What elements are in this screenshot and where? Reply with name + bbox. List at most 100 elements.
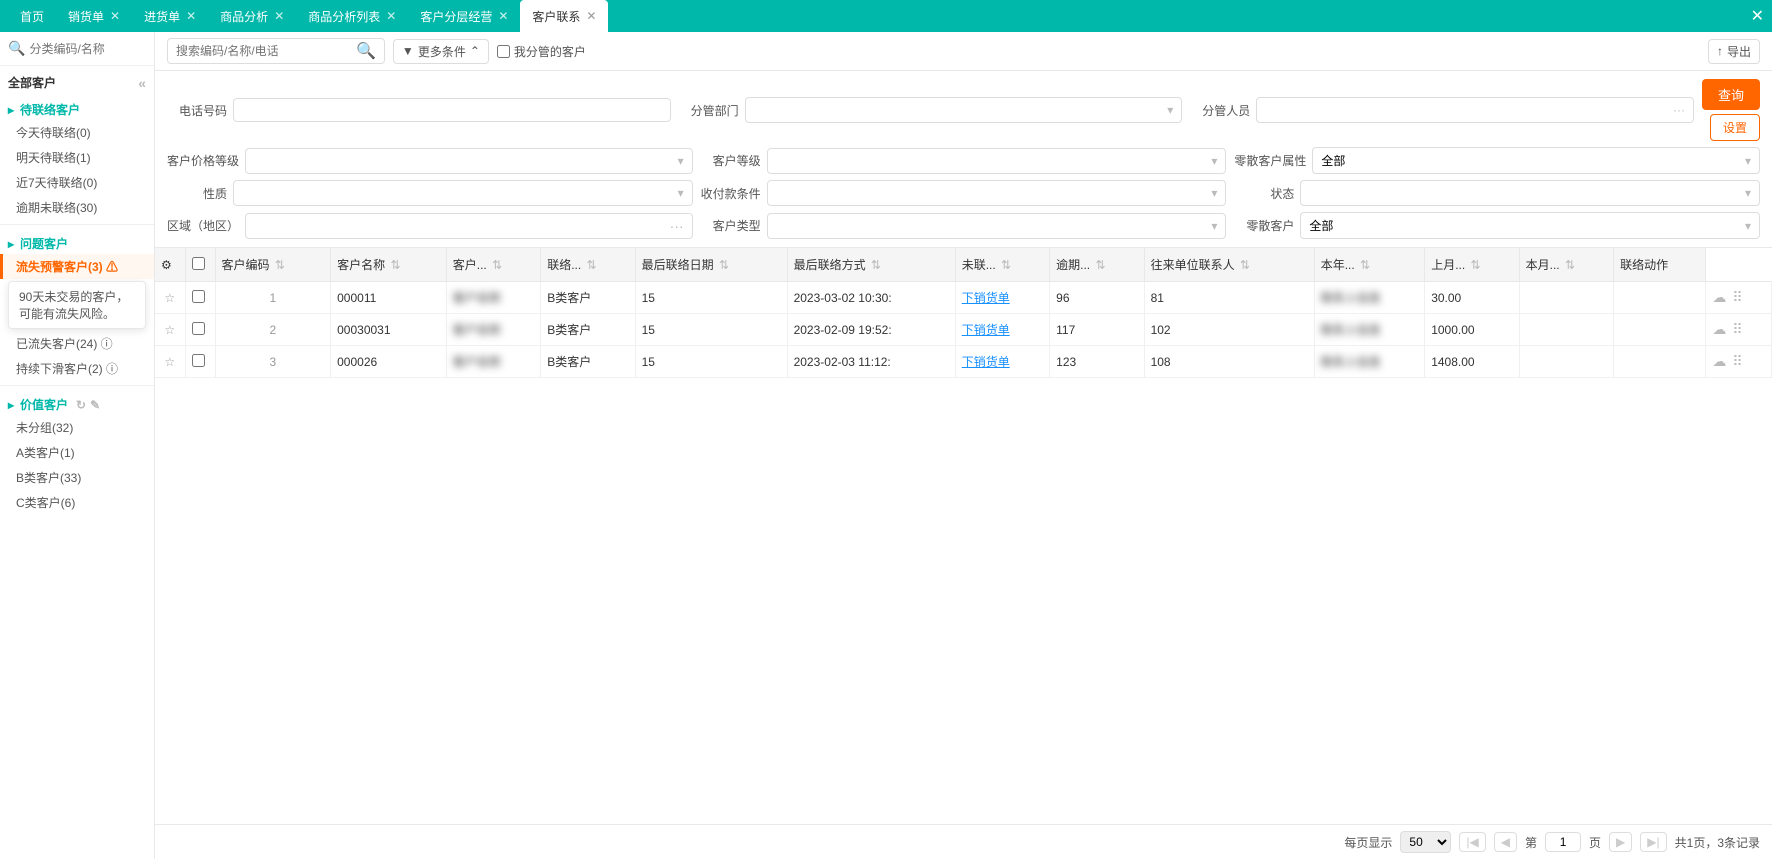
last-page-btn[interactable]: ▶|	[1640, 832, 1666, 852]
sidebar-search-input[interactable]	[29, 42, 146, 56]
filter-select-status[interactable]	[1300, 180, 1760, 206]
filter-more-region[interactable]: ···	[670, 218, 684, 234]
filter-select-retail-attr[interactable]: 全部	[1312, 147, 1760, 174]
sidebar-group-value[interactable]: 价值客户 ↻ ✎	[0, 390, 154, 415]
th-this-year[interactable]: 本年... ⇅	[1314, 248, 1425, 282]
tab-close-customer-contact[interactable]: ✕	[586, 9, 596, 23]
tab-close-purchase-order[interactable]: ✕	[186, 9, 196, 23]
sidebar-group-problem[interactable]: 问题客户	[0, 229, 154, 254]
filter-select-payment[interactable]	[767, 180, 1227, 206]
query-button[interactable]: 查询	[1702, 79, 1760, 110]
chevron-value	[8, 398, 16, 412]
th-last-contact-date[interactable]: 最后联络日期 ⇅	[635, 248, 787, 282]
filter-select-nature[interactable]	[233, 180, 693, 206]
th-contact[interactable]: 联络... ⇅	[541, 248, 635, 282]
page-size-select[interactable]: 50 100 200	[1400, 831, 1451, 853]
more-conditions-btn[interactable]: ▼ 更多条件 ⌃	[393, 39, 489, 64]
sidebar-item-ungrouped[interactable]: 未分组(32)	[0, 415, 154, 440]
row-checkbox[interactable]	[192, 354, 205, 367]
tab-product-analysis-list[interactable]: 商品分析列表 ✕	[296, 0, 408, 32]
action-more-icon[interactable]: ⠿	[1732, 321, 1742, 338]
filter-select-manager[interactable]: ···	[1256, 97, 1694, 123]
filter-input-phone[interactable]	[233, 98, 671, 122]
sidebar-item-overdue[interactable]: 逾期未联络(30)	[0, 195, 154, 220]
cell-star[interactable]: ☆	[155, 314, 185, 346]
action-more-icon[interactable]: ⠿	[1732, 289, 1742, 306]
close-window-btn[interactable]: ✕	[1751, 6, 1764, 26]
th-this-month[interactable]: 本月... ⇅	[1519, 248, 1613, 282]
search-button[interactable]: 🔍	[356, 41, 376, 61]
my-customers-checkbox[interactable]	[497, 45, 510, 58]
sidebar-item-a-class[interactable]: A类客户(1)	[0, 440, 154, 465]
next-page-btn[interactable]: ▶	[1609, 832, 1632, 852]
action-more-icon[interactable]: ⠿	[1732, 353, 1742, 370]
cell-star[interactable]: ☆	[155, 346, 185, 378]
tab-customer-contact[interactable]: 客户联系 ✕	[520, 0, 608, 32]
th-code[interactable]: 客户编码 ⇅	[215, 248, 331, 282]
cell-checkbox[interactable]	[185, 314, 215, 346]
cell-last-contact-method[interactable]: 下销货单	[955, 346, 1049, 378]
tab-purchase-order[interactable]: 进货单 ✕	[132, 0, 208, 32]
chevron-retail-attr	[1745, 154, 1751, 168]
settings-button[interactable]: 设置	[1710, 114, 1760, 141]
filter-select-region[interactable]: ···	[245, 213, 693, 239]
tab-product-analysis[interactable]: 商品分析 ✕	[208, 0, 296, 32]
th-type[interactable]: 客户... ⇅	[446, 248, 540, 282]
sidebar: 🔍 全部客户 « 待联络客户 今天待联络(0) 明天待联络(1) 近7天待联络(…	[0, 32, 155, 859]
filter-select-level[interactable]	[767, 148, 1227, 174]
cell-checkbox[interactable]	[185, 282, 215, 314]
cell-code: 000026	[331, 346, 447, 378]
th-name[interactable]: 客户名称 ⇅	[331, 248, 447, 282]
filter-select-dept[interactable]	[745, 97, 1183, 123]
row-checkbox[interactable]	[192, 290, 205, 303]
tab-home[interactable]: 首页	[8, 0, 56, 32]
th-overdue[interactable]: 逾期... ⇅	[1050, 248, 1144, 282]
action-chat-icon[interactable]: ☁	[1712, 289, 1726, 306]
filter-select-retail[interactable]: 全部	[1300, 212, 1760, 239]
export-btn[interactable]: ↑ 导出	[1708, 39, 1760, 64]
filter-select-customer-type[interactable]	[767, 213, 1227, 239]
prev-page-btn[interactable]: ◀	[1494, 832, 1517, 852]
cell-checkbox[interactable]	[185, 346, 215, 378]
cell-last-contact-method[interactable]: 下销货单	[955, 314, 1049, 346]
my-customers-label[interactable]: 我分管的客户	[497, 43, 586, 60]
sidebar-item-tomorrow[interactable]: 明天待联络(1)	[0, 145, 154, 170]
th-settings[interactable]: ⚙	[155, 248, 185, 282]
th-checkbox[interactable]	[185, 248, 215, 282]
sidebar-collapse-btn[interactable]: «	[138, 75, 146, 91]
action-chat-icon[interactable]: ☁	[1712, 353, 1726, 370]
sidebar-divider-1	[0, 224, 154, 225]
sidebar-item-7days[interactable]: 近7天待联络(0)	[0, 170, 154, 195]
row-checkbox[interactable]	[192, 322, 205, 335]
sidebar-item-churned[interactable]: 已流失客户(24) ⓘ	[0, 331, 154, 356]
sort-date-icon: ⇅	[719, 258, 729, 272]
refresh-value-icon[interactable]: ↻	[76, 398, 86, 412]
sidebar-item-today[interactable]: 今天待联络(0)	[0, 120, 154, 145]
edit-value-icon[interactable]: ✎	[90, 398, 100, 412]
tab-sales-order[interactable]: 销货单 ✕	[56, 0, 132, 32]
sidebar-item-b-class[interactable]: B类客户(33)	[0, 465, 154, 490]
sidebar-item-declining[interactable]: 持续下滑客户(2) ⓘ	[0, 356, 154, 381]
search-input[interactable]	[176, 44, 356, 58]
page-input[interactable]	[1545, 832, 1581, 852]
th-last-contact-method[interactable]: 最后联络方式 ⇅	[787, 248, 955, 282]
select-all-checkbox[interactable]	[192, 257, 205, 270]
th-contact-person[interactable]: 往来单位联系人 ⇅	[1144, 248, 1314, 282]
cell-last-contact-method[interactable]: 下销货单	[955, 282, 1049, 314]
th-last-month[interactable]: 上月... ⇅	[1425, 248, 1519, 282]
sidebar-item-churn-warning[interactable]: 流失预警客户(3) ⚠	[0, 254, 154, 279]
tab-close-product-analysis[interactable]: ✕	[274, 9, 284, 23]
cell-star[interactable]: ☆	[155, 282, 185, 314]
th-uncontacted[interactable]: 未联... ⇅	[955, 248, 1049, 282]
sidebar-item-c-class[interactable]: C类客户(6)	[0, 490, 154, 515]
content-area: 🔍 ▼ 更多条件 ⌃ 我分管的客户 ↑ 导出 电话号码	[155, 32, 1772, 859]
sidebar-group-pending[interactable]: 待联络客户	[0, 95, 154, 120]
tab-close-product-analysis-list[interactable]: ✕	[386, 9, 396, 23]
tab-customer-tier[interactable]: 客户分层经营 ✕	[408, 0, 520, 32]
first-page-btn[interactable]: |◀	[1459, 832, 1485, 852]
tab-close-customer-tier[interactable]: ✕	[498, 9, 508, 23]
filter-select-price-level[interactable]	[245, 148, 693, 174]
action-chat-icon[interactable]: ☁	[1712, 321, 1726, 338]
sidebar-all-customers-header[interactable]: 全部客户 «	[0, 66, 154, 95]
tab-close-sales-order[interactable]: ✕	[110, 9, 120, 23]
